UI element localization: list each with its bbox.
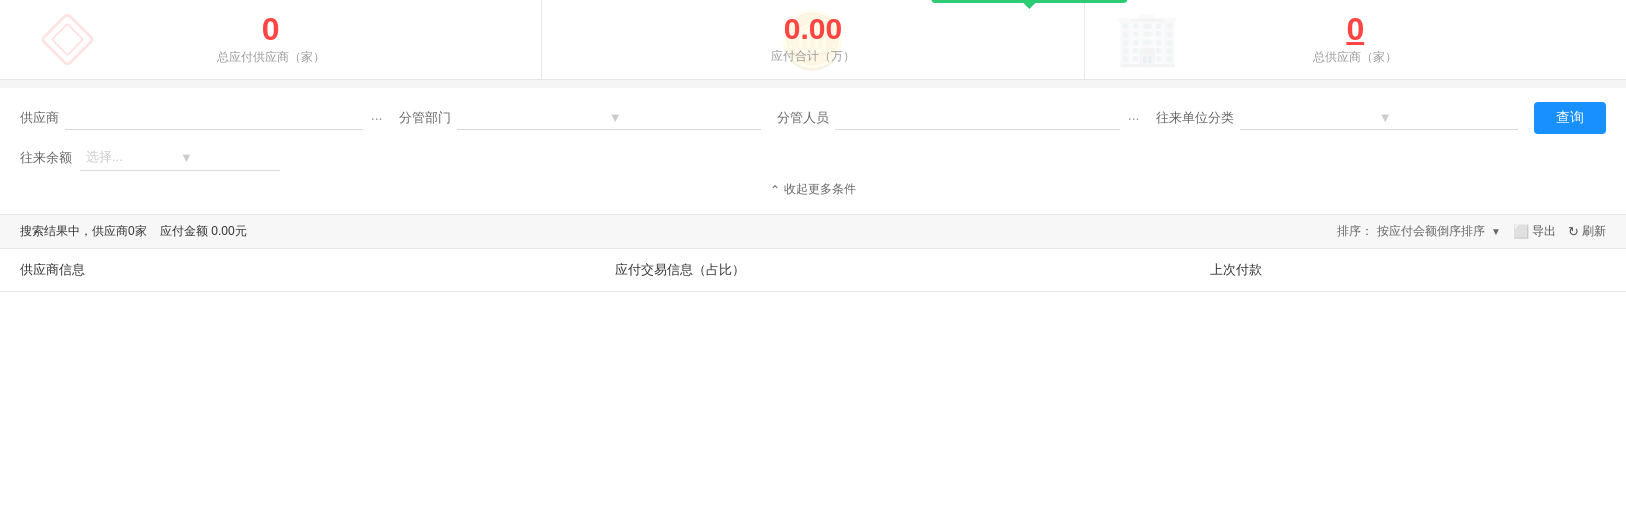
payable-suppliers-label: 总应付供应商（家） xyxy=(217,49,325,66)
result-info: 搜索结果中，供应商0家 应付金额 0.00元 xyxy=(20,223,247,240)
payable-total-amount: 0.00 xyxy=(784,14,842,44)
filter-department: 分管部门 ▼ xyxy=(399,106,762,130)
supplier-more-btn[interactable]: ··· xyxy=(371,110,383,126)
department-arrow: ▼ xyxy=(609,110,755,125)
refresh-label: 刷新 xyxy=(1582,223,1606,240)
supplier-input[interactable] xyxy=(65,106,363,130)
stat-block-payable-total: 🪙 快速录单的快捷键说明在这里 × 0.00 应付合计（万） xyxy=(542,0,1084,79)
export-label: 导出 xyxy=(1532,223,1556,240)
svg-rect-1 xyxy=(52,24,83,55)
svg-rect-0 xyxy=(42,14,94,66)
department-label: 分管部门 xyxy=(399,109,451,127)
amount-select[interactable]: 选择... ▼ xyxy=(80,144,280,171)
diamond-icon xyxy=(40,12,95,67)
result-amount: 应付金额 0.00元 xyxy=(160,224,247,238)
total-suppliers-label: 总供应商（家） xyxy=(1313,49,1397,66)
payable-suppliers-count: 0 xyxy=(262,13,280,45)
building-icon: 🏢 xyxy=(1115,8,1180,69)
filter-row-2: 往来余额 选择... ▼ xyxy=(20,144,1606,171)
filter-person: 分管人员 ··· xyxy=(777,106,1140,130)
collapse-button[interactable]: ⌃ 收起更多条件 xyxy=(762,179,864,200)
query-button[interactable]: 查询 xyxy=(1534,102,1606,134)
collapse-label: 收起更多条件 xyxy=(784,181,856,198)
result-actions: 排序： 按应付会额倒序排序 ▼ ⬜ 导出 ↻ 刷新 xyxy=(1337,223,1606,240)
result-text: 搜索结果中，供应商0家 xyxy=(20,224,147,238)
category-label: 往来单位分类 xyxy=(1156,109,1234,127)
table-body xyxy=(0,292,1626,515)
col-header-supplier: 供应商信息 xyxy=(20,261,615,279)
filter-area: 供应商 ··· 分管部门 ▼ 分管人员 ··· 往来单位分类 ▼ xyxy=(0,88,1626,215)
table-header: 供应商信息 应付交易信息（占比） 上次付款 xyxy=(0,249,1626,292)
stats-bar: 0 总应付供应商（家） 🪙 快速录单的快捷键说明在这里 × 0.00 应付合计（… xyxy=(0,0,1626,80)
category-select[interactable]: ▼ xyxy=(1240,106,1519,130)
stat-block-total-suppliers: 🏢 0 总供应商（家） xyxy=(1085,0,1626,79)
tooltip-banner: 快速录单的快捷键说明在这里 × xyxy=(931,0,1127,3)
refresh-icon: ↻ xyxy=(1568,224,1579,239)
refresh-btn[interactable]: ↻ 刷新 xyxy=(1568,223,1606,240)
sort-value: 按应付会额倒序排序 xyxy=(1377,223,1485,240)
filter-row-1: 供应商 ··· 分管部门 ▼ 分管人员 ··· 往来单位分类 ▼ xyxy=(20,102,1606,134)
export-btn[interactable]: ⬜ 导出 xyxy=(1513,223,1556,240)
person-input[interactable] xyxy=(835,106,1120,130)
sort-label: 排序： xyxy=(1337,223,1373,240)
category-arrow: ▼ xyxy=(1379,110,1512,125)
sort-select[interactable]: 排序： 按应付会额倒序排序 ▼ xyxy=(1337,223,1501,240)
amount-label: 往来余额 xyxy=(20,149,72,167)
col-header-transaction: 应付交易信息（占比） xyxy=(615,261,1210,279)
collapse-icon: ⌃ xyxy=(770,183,780,197)
stat-block-payable-suppliers: 0 总应付供应商（家） xyxy=(0,0,542,79)
department-select[interactable]: ▼ xyxy=(457,106,762,130)
person-label: 分管人员 xyxy=(777,109,829,127)
col-header-lastpay: 上次付款 xyxy=(1210,261,1607,279)
result-bar: 搜索结果中，供应商0家 应付金额 0.00元 排序： 按应付会额倒序排序 ▼ ⬜… xyxy=(0,215,1626,249)
filter-category: 往来单位分类 ▼ xyxy=(1156,106,1519,130)
total-suppliers-count: 0 xyxy=(1346,13,1364,45)
amount-arrow: ▼ xyxy=(180,150,274,165)
payable-total-label: 应付合计（万） xyxy=(771,48,855,65)
amount-placeholder: 选择... xyxy=(86,148,180,166)
supplier-label: 供应商 xyxy=(20,109,59,127)
filter-supplier: 供应商 ··· xyxy=(20,106,383,130)
export-icon: ⬜ xyxy=(1513,224,1529,239)
collapse-row: ⌃ 收起更多条件 xyxy=(20,179,1606,200)
sort-arrow: ▼ xyxy=(1491,226,1501,237)
person-more-btn[interactable]: ··· xyxy=(1128,110,1140,126)
